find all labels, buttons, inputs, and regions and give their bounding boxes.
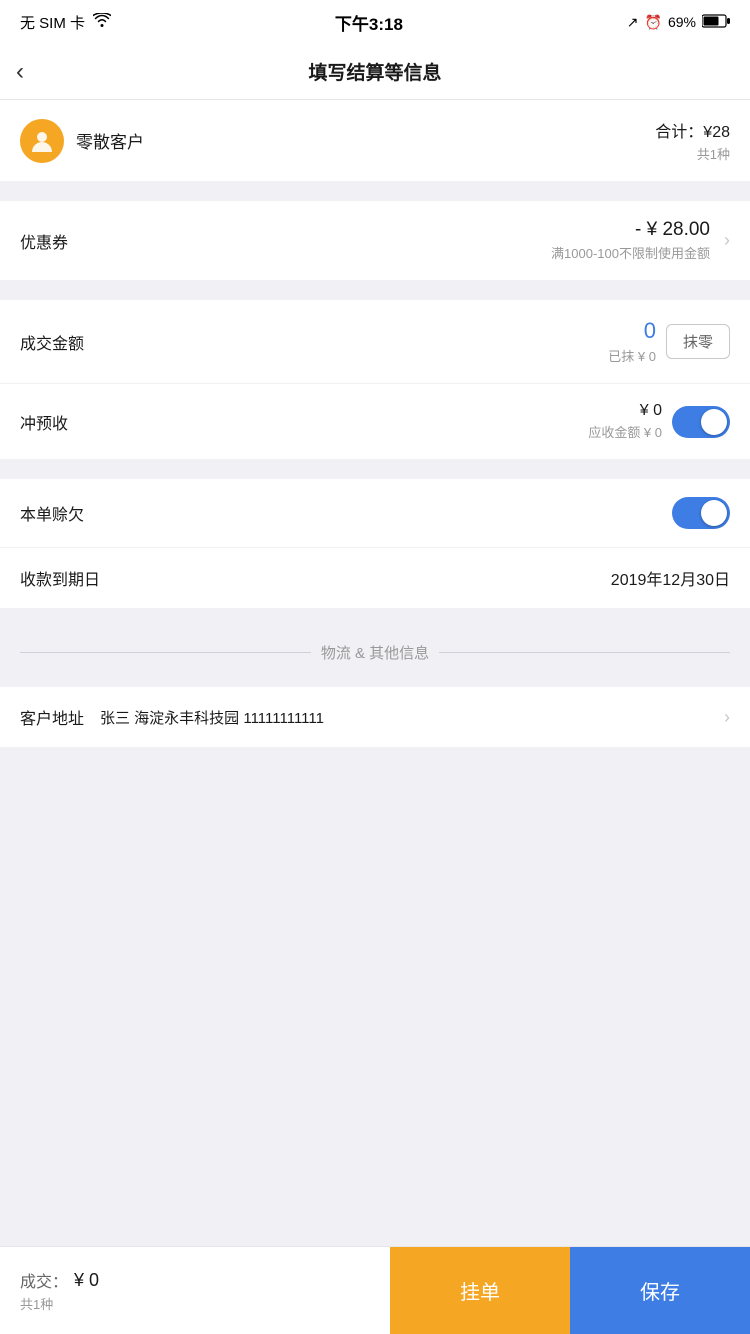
empty-space xyxy=(0,757,750,957)
coupon-desc: 满1000-100不限制使用金额 xyxy=(551,243,710,262)
customer-right: 合计：¥28 共1种 xyxy=(655,118,730,163)
debt-toggle-knob xyxy=(701,500,727,526)
battery-icon xyxy=(702,14,730,31)
debt-label: 本单赊欠 xyxy=(20,501,100,525)
deal-prepay-section: 成交金额 0 已抹 ¥ 0 抹零 冲预收 ¥ 0 应收金额 ¥ 0 xyxy=(0,300,750,459)
coupon-row[interactable]: 优惠券 - ¥ 28.00 满1000-100不限制使用金额 › xyxy=(0,201,750,280)
debt-row: 本单赊欠 xyxy=(0,479,750,548)
coupon-right: - ¥ 28.00 满1000-100不限制使用金额 › xyxy=(551,219,730,262)
debt-section: 本单赊欠 收款到期日 2019年12月30日 xyxy=(0,479,750,608)
chevron-icon: › xyxy=(724,230,730,251)
total-value: ¥28 xyxy=(703,124,730,141)
nav-bar: ‹ 填写结算等信息 xyxy=(0,44,750,100)
customer-count: 共1种 xyxy=(655,144,730,163)
address-value: 张三 海淀永丰科技园 11111111111 xyxy=(100,707,720,728)
prepay-right: ¥ 0 应收金额 ¥ 0 xyxy=(588,402,730,441)
coupon-values: - ¥ 28.00 满1000-100不限制使用金额 xyxy=(551,219,710,262)
total-label: 合计： xyxy=(655,124,703,141)
status-left: 无 SIM 卡 xyxy=(20,12,111,33)
bottom-count: 共1种 xyxy=(20,1294,370,1313)
divider-1 xyxy=(0,191,750,201)
no-sim-text: 无 SIM 卡 xyxy=(20,12,85,33)
address-chevron-icon: › xyxy=(724,707,730,728)
battery-text: 69% xyxy=(668,14,696,30)
bottom-deal-value: ¥ 0 xyxy=(74,1270,99,1291)
bottom-bar: 成交： ¥ 0 共1种 挂单 保存 xyxy=(0,1246,750,1334)
page-title: 填写结算等信息 xyxy=(308,58,441,85)
prepay-toggle[interactable] xyxy=(672,406,730,438)
avatar xyxy=(20,119,64,163)
prepay-values: ¥ 0 应收金额 ¥ 0 xyxy=(588,402,662,441)
logistics-label-text: 物流 & 其他信息 xyxy=(321,642,429,663)
customer-row: 零散客户 合计：¥28 共1种 xyxy=(0,100,750,181)
deal-amount-label: 成交金额 xyxy=(20,330,100,354)
toggle-knob xyxy=(701,409,727,435)
debt-right xyxy=(672,497,730,529)
deal-amount-right: 0 已抹 ¥ 0 抹零 xyxy=(608,318,730,365)
customer-total: 合计：¥28 xyxy=(655,118,730,142)
wifi-icon xyxy=(93,13,111,31)
address-section[interactable]: 客户地址 张三 海淀永丰科技园 11111111111 › xyxy=(0,687,750,747)
prepay-main: ¥ 0 xyxy=(588,402,662,420)
address-label: 客户地址 xyxy=(20,705,100,729)
logistics-section-label: 物流 & 其他信息 xyxy=(0,628,750,677)
deal-amount-row: 成交金额 0 已抹 ¥ 0 抹零 xyxy=(0,300,750,384)
coupon-section: 优惠券 - ¥ 28.00 满1000-100不限制使用金额 › xyxy=(0,201,750,280)
prepay-label: 冲预收 xyxy=(20,410,100,434)
alarm-icon: ⏰ xyxy=(645,14,662,31)
round-button[interactable]: 抹零 xyxy=(666,324,730,359)
due-date-right: 2019年12月30日 xyxy=(611,566,730,590)
pending-button[interactable]: 挂单 xyxy=(390,1247,570,1334)
customer-left: 零散客户 xyxy=(20,119,144,163)
customer-section: 零散客户 合计：¥28 共1种 xyxy=(0,100,750,181)
divider-3 xyxy=(0,469,750,479)
status-time: 下午3:18 xyxy=(335,10,403,35)
address-row[interactable]: 客户地址 张三 海淀永丰科技园 11111111111 › xyxy=(0,687,750,747)
status-bar: 无 SIM 卡 下午3:18 ↗ ⏰ 69% xyxy=(0,0,750,44)
due-date-label: 收款到期日 xyxy=(20,566,100,590)
save-button[interactable]: 保存 xyxy=(570,1247,750,1334)
deal-amount-sub: 已抹 ¥ 0 xyxy=(608,346,656,365)
coupon-amount: - ¥ 28.00 xyxy=(551,219,710,241)
location-icon: ↗ xyxy=(627,14,639,31)
divider-2 xyxy=(0,290,750,300)
deal-amount-values: 0 已抹 ¥ 0 xyxy=(608,318,656,365)
divider-5 xyxy=(0,677,750,687)
due-date-row: 收款到期日 2019年12月30日 xyxy=(0,548,750,608)
prepay-sub: 应收金额 ¥ 0 xyxy=(588,422,662,441)
debt-toggle[interactable] xyxy=(672,497,730,529)
back-button[interactable]: ‹ xyxy=(16,58,24,86)
status-right: ↗ ⏰ 69% xyxy=(627,14,730,31)
prepay-row: 冲预收 ¥ 0 应收金额 ¥ 0 xyxy=(0,384,750,459)
divider-4 xyxy=(0,618,750,628)
deal-amount-value: 0 xyxy=(608,318,656,344)
bottom-deal: 成交： ¥ 0 xyxy=(20,1268,370,1292)
bottom-deal-label: 成交： xyxy=(20,1268,68,1292)
due-date-value: 2019年12月30日 xyxy=(611,566,730,590)
bottom-info: 成交： ¥ 0 共1种 xyxy=(0,1268,390,1313)
coupon-label: 优惠券 xyxy=(20,229,100,253)
customer-name: 零散客户 xyxy=(76,128,144,153)
content: 零散客户 合计：¥28 共1种 优惠券 - ¥ 28.00 满1000-100不… xyxy=(0,100,750,1057)
